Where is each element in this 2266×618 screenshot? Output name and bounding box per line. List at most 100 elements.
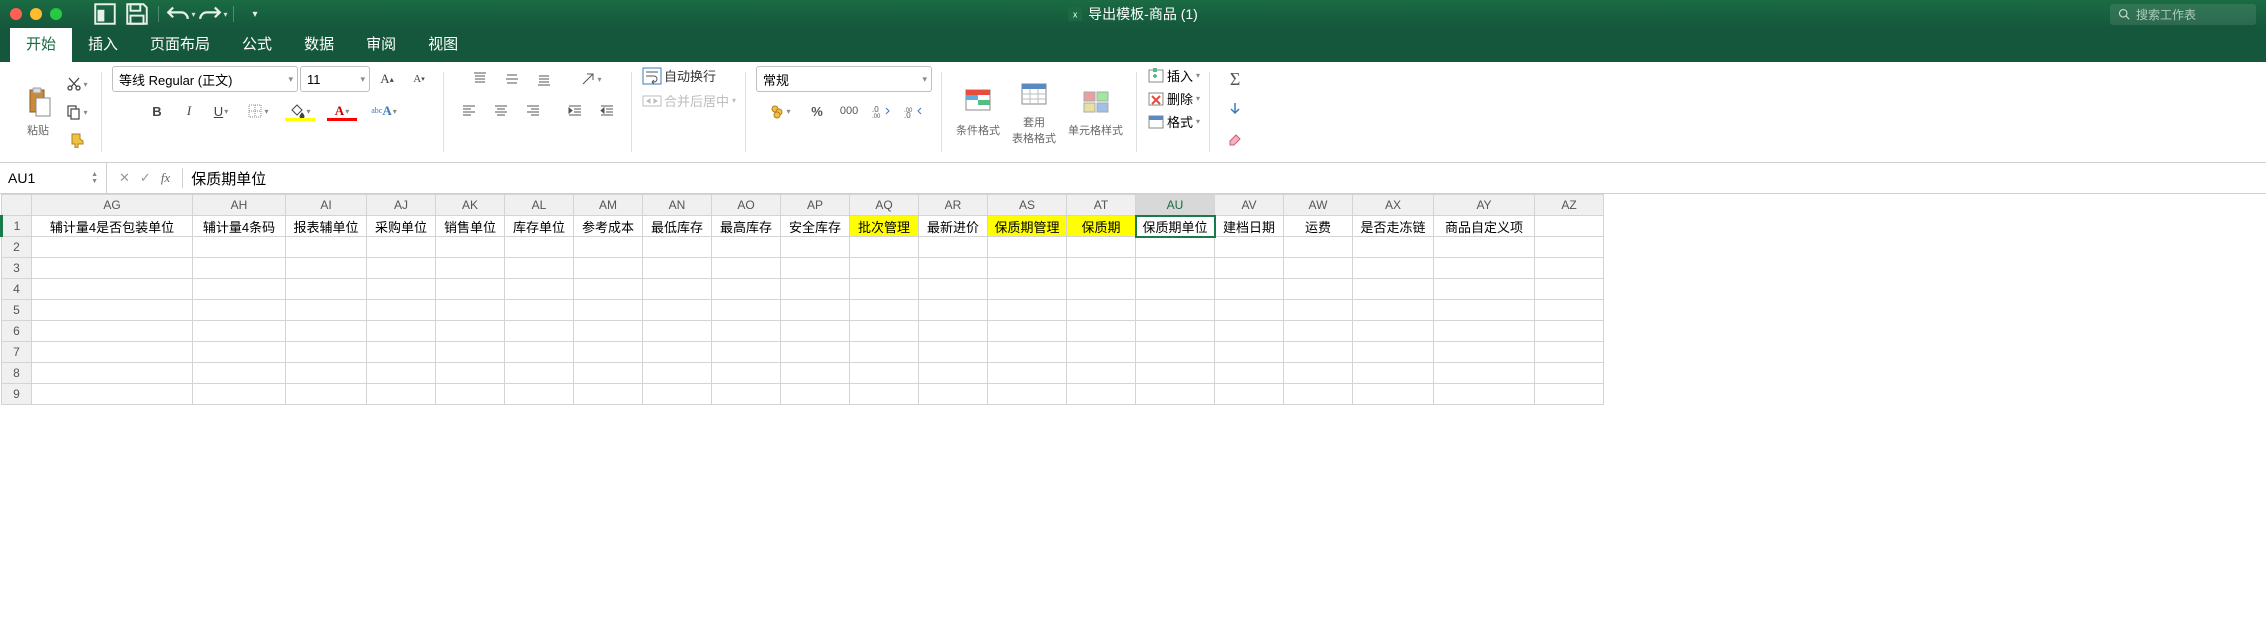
cell-AT3[interactable] xyxy=(1067,258,1136,279)
cell-AN2[interactable] xyxy=(643,237,712,258)
cell-AT8[interactable] xyxy=(1067,363,1136,384)
column-header-AG[interactable]: AG xyxy=(32,195,193,216)
cell-AX5[interactable] xyxy=(1353,300,1434,321)
cell-AI2[interactable] xyxy=(286,237,367,258)
cell-AH9[interactable] xyxy=(193,384,286,405)
cell-AR5[interactable] xyxy=(919,300,988,321)
cell-AX8[interactable] xyxy=(1353,363,1434,384)
cell-AK8[interactable] xyxy=(436,363,505,384)
cell-AM9[interactable] xyxy=(574,384,643,405)
cell-AU3[interactable] xyxy=(1136,258,1215,279)
cell-AW1[interactable]: 运费 xyxy=(1284,216,1353,237)
column-header-AZ[interactable]: AZ xyxy=(1535,195,1604,216)
cell-AL2[interactable] xyxy=(505,237,574,258)
cell-AO6[interactable] xyxy=(712,321,781,342)
cell-AP1[interactable]: 安全库存 xyxy=(781,216,850,237)
cell-AG9[interactable] xyxy=(32,384,193,405)
cell-AU1[interactable]: 保质期单位 xyxy=(1136,216,1215,237)
cell-AT4[interactable] xyxy=(1067,279,1136,300)
cell-AK2[interactable] xyxy=(436,237,505,258)
cell-AP9[interactable] xyxy=(781,384,850,405)
cell-AG8[interactable] xyxy=(32,363,193,384)
cell-AM7[interactable] xyxy=(574,342,643,363)
cell-AP4[interactable] xyxy=(781,279,850,300)
cancel-formula-button[interactable]: ✕ xyxy=(119,170,130,186)
cell-AH7[interactable] xyxy=(193,342,286,363)
formula-input[interactable]: 保质期单位 xyxy=(183,168,2266,189)
cell-AH1[interactable]: 辅计量4条码 xyxy=(193,216,286,237)
cell-AQ5[interactable] xyxy=(850,300,919,321)
cell-AQ9[interactable] xyxy=(850,384,919,405)
cell-AQ2[interactable] xyxy=(850,237,919,258)
percent-button[interactable]: % xyxy=(802,98,832,124)
cell-AZ6[interactable] xyxy=(1535,321,1604,342)
cell-AH5[interactable] xyxy=(193,300,286,321)
cell-AX2[interactable] xyxy=(1353,237,1434,258)
tab-page-layout[interactable]: 页面布局 xyxy=(134,25,226,62)
column-header-AK[interactable]: AK xyxy=(436,195,505,216)
cell-AM5[interactable] xyxy=(574,300,643,321)
fill-color-button[interactable]: ▾ xyxy=(280,98,320,124)
cell-AL1[interactable]: 库存单位 xyxy=(505,216,574,237)
cell-AV8[interactable] xyxy=(1215,363,1284,384)
cell-AL6[interactable] xyxy=(505,321,574,342)
font-size-select[interactable]: 11 xyxy=(300,66,370,92)
cell-AL3[interactable] xyxy=(505,258,574,279)
cell-AK1[interactable]: 销售单位 xyxy=(436,216,505,237)
cell-AS6[interactable] xyxy=(988,321,1067,342)
column-header-AM[interactable]: AM xyxy=(574,195,643,216)
cell-AJ3[interactable] xyxy=(367,258,436,279)
cell-AO8[interactable] xyxy=(712,363,781,384)
cell-AG4[interactable] xyxy=(32,279,193,300)
increase-decimal-button[interactable]: .0.00 xyxy=(866,98,896,124)
clear-button[interactable] xyxy=(1220,126,1250,152)
cell-AW4[interactable] xyxy=(1284,279,1353,300)
cell-AM3[interactable] xyxy=(574,258,643,279)
customize-qat-icon[interactable]: ▾ xyxy=(242,3,268,25)
merge-center-button[interactable]: 合并后居中 ▾ xyxy=(642,91,736,110)
cell-AI9[interactable] xyxy=(286,384,367,405)
cell-AK4[interactable] xyxy=(436,279,505,300)
cell-AS7[interactable] xyxy=(988,342,1067,363)
cell-AI6[interactable] xyxy=(286,321,367,342)
cell-AZ3[interactable] xyxy=(1535,258,1604,279)
cell-AS8[interactable] xyxy=(988,363,1067,384)
row-header-6[interactable]: 6 xyxy=(2,321,32,342)
tab-insert[interactable]: 插入 xyxy=(72,25,134,62)
cell-AK7[interactable] xyxy=(436,342,505,363)
align-middle-button[interactable] xyxy=(497,66,527,92)
cell-AQ6[interactable] xyxy=(850,321,919,342)
cell-AS2[interactable] xyxy=(988,237,1067,258)
cell-AH4[interactable] xyxy=(193,279,286,300)
cell-AU2[interactable] xyxy=(1136,237,1215,258)
cell-AN7[interactable] xyxy=(643,342,712,363)
insert-function-button[interactable]: fx xyxy=(161,170,170,186)
tab-formulas[interactable]: 公式 xyxy=(226,25,288,62)
cell-AO4[interactable] xyxy=(712,279,781,300)
cell-AY8[interactable] xyxy=(1434,363,1535,384)
cell-AP8[interactable] xyxy=(781,363,850,384)
cell-AR1[interactable]: 最新进价 xyxy=(919,216,988,237)
cell-AN6[interactable] xyxy=(643,321,712,342)
cell-AZ2[interactable] xyxy=(1535,237,1604,258)
decrease-decimal-button[interactable]: .00.0 xyxy=(898,98,928,124)
cell-AW8[interactable] xyxy=(1284,363,1353,384)
cell-AL7[interactable] xyxy=(505,342,574,363)
cell-AQ7[interactable] xyxy=(850,342,919,363)
conditional-format-button[interactable]: 条件格式 xyxy=(952,84,1004,140)
redo-icon[interactable]: ▾ xyxy=(199,3,225,25)
column-header-AU[interactable]: AU xyxy=(1136,195,1215,216)
cell-AO7[interactable] xyxy=(712,342,781,363)
bold-button[interactable]: B xyxy=(142,98,172,124)
cell-AL5[interactable] xyxy=(505,300,574,321)
cell-AW5[interactable] xyxy=(1284,300,1353,321)
cell-AT7[interactable] xyxy=(1067,342,1136,363)
align-center-button[interactable] xyxy=(486,98,516,124)
cell-AK9[interactable] xyxy=(436,384,505,405)
cell-AN8[interactable] xyxy=(643,363,712,384)
cell-AI3[interactable] xyxy=(286,258,367,279)
align-left-button[interactable] xyxy=(454,98,484,124)
column-header-AL[interactable]: AL xyxy=(505,195,574,216)
cell-AM2[interactable] xyxy=(574,237,643,258)
cell-AJ8[interactable] xyxy=(367,363,436,384)
